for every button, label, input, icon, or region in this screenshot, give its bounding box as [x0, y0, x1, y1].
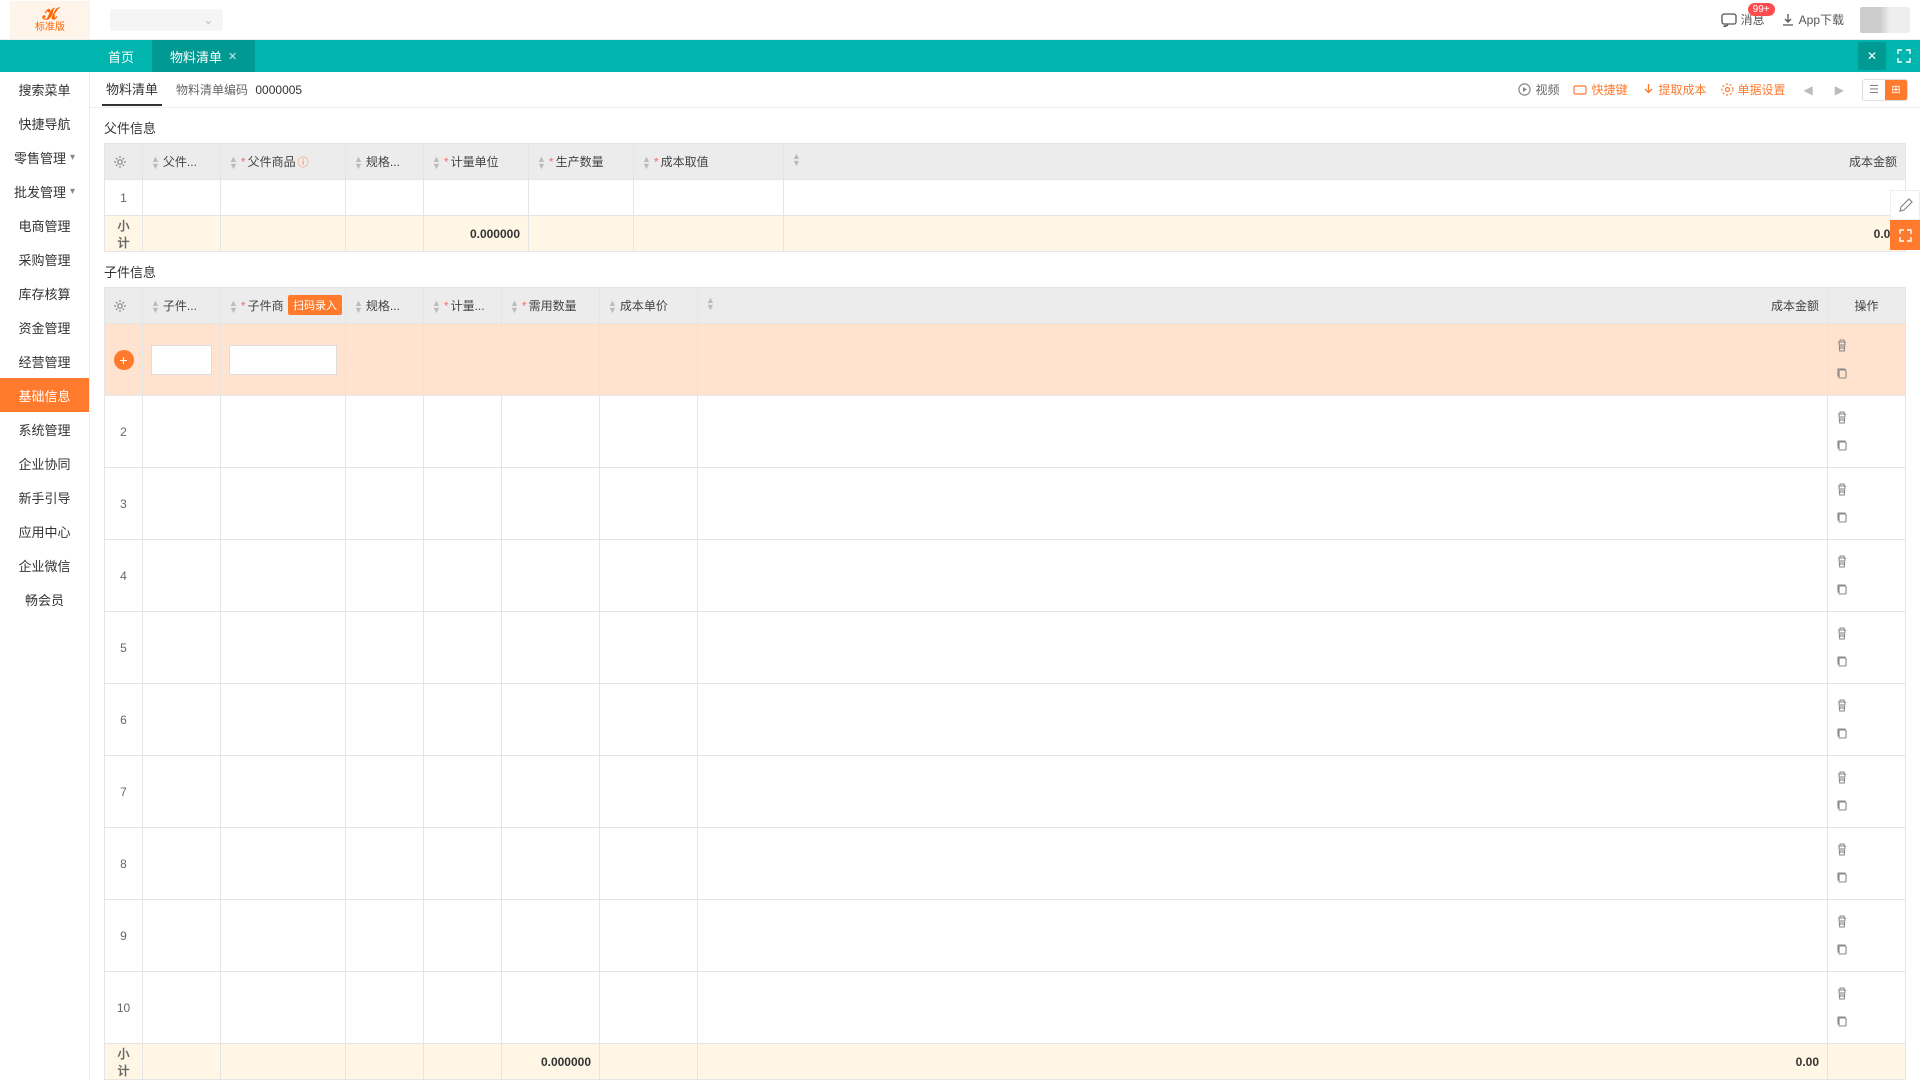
extract-icon [1642, 83, 1655, 96]
download-icon [1781, 13, 1795, 27]
copy-icon[interactable] [1836, 928, 1897, 971]
col-child-unit-cost[interactable]: ▲▼成本单价 [600, 288, 698, 324]
child-subtotal-row: 小计0.0000000.00 [105, 1044, 1906, 1080]
subtab-bom[interactable]: 物料清单 [102, 73, 162, 106]
parent-subtotal-row: 小计 0.000000 0.00 [105, 216, 1906, 252]
copy-icon[interactable] [1836, 568, 1897, 611]
col-parent-spec[interactable]: ▲▼规格... [346, 144, 424, 180]
col-child-cost-amount[interactable]: ▲▼成本金额 [698, 288, 1828, 324]
copy-icon[interactable] [1836, 784, 1897, 827]
gear-icon[interactable] [105, 144, 143, 180]
help-icon[interactable]: ⓘ [298, 157, 309, 169]
scan-input-badge[interactable]: 扫码录入 [288, 295, 342, 315]
avatar[interactable] [1860, 7, 1910, 33]
copy-icon[interactable] [1836, 640, 1897, 683]
doc-code: 物料清单编码 0000005 [176, 81, 302, 98]
sidebar-item[interactable]: 畅会员 [0, 582, 89, 616]
col-parent-product[interactable]: ▲▼*父件商品ⓘ [221, 144, 346, 180]
extract-cost-link[interactable]: 提取成本 [1642, 81, 1707, 98]
parent-section-title: 父件信息 [104, 118, 1906, 137]
chevron-down-icon: ▾ [70, 152, 75, 163]
col-child-code[interactable]: ▲▼子件... [143, 288, 221, 324]
sidebar-item[interactable]: 经营管理 [0, 344, 89, 378]
sidebar-item[interactable]: 采购管理 [0, 242, 89, 276]
child-product-input[interactable] [229, 345, 337, 375]
child-section-title: 子件信息 [104, 262, 1906, 281]
table-row[interactable]: 4 [105, 540, 1906, 612]
sidebar-item[interactable]: 应用中心 [0, 514, 89, 548]
copy-icon[interactable] [1836, 1000, 1897, 1043]
gear-icon[interactable] [105, 288, 143, 324]
tab-bom[interactable]: 物料清单 ✕ [152, 40, 255, 72]
table-row[interactable]: 8 [105, 828, 1906, 900]
tab-home[interactable]: 首页 [90, 40, 152, 72]
table-row[interactable]: 2 [105, 396, 1906, 468]
table-row[interactable]: + [105, 324, 1906, 396]
sidebar-item[interactable]: 零售管理▾ [0, 140, 89, 174]
col-parent-qty[interactable]: ▲▼*生产数量 [529, 144, 634, 180]
view-toggle: ☰ ⊞ [1862, 79, 1908, 101]
copy-icon[interactable] [1836, 496, 1897, 539]
sidebar-item[interactable]: 企业微信 [0, 548, 89, 582]
col-child-product[interactable]: ▲▼*子件商扫码录入 [221, 288, 346, 324]
col-parent-cost-amount[interactable]: ▲▼成本金额 [784, 144, 1906, 180]
col-child-spec[interactable]: ▲▼规格... [346, 288, 424, 324]
copy-icon[interactable] [1836, 352, 1897, 395]
message-icon [1721, 13, 1737, 27]
parent-table: ▲▼父件... ▲▼*父件商品ⓘ ▲▼规格... ▲▼*计量单位 ▲▼*生产数量… [104, 143, 1906, 252]
sidebar-item[interactable]: 库存核算 [0, 276, 89, 310]
fullscreen-button[interactable] [1890, 42, 1918, 70]
col-parent-cost-src[interactable]: ▲▼*成本取值 [634, 144, 784, 180]
chevron-down-icon: ▾ [70, 186, 75, 197]
sidebar-item[interactable]: 批发管理▾ [0, 174, 89, 208]
col-parent-code[interactable]: ▲▼父件... [143, 144, 221, 180]
app-download-button[interactable]: App下载 [1781, 11, 1844, 28]
tab-close-all-button[interactable]: ✕ [1858, 42, 1886, 70]
sidebar-item[interactable]: 企业协同 [0, 446, 89, 480]
chevron-down-icon: ⌄ [203, 13, 213, 27]
table-row[interactable]: 10 [105, 972, 1906, 1044]
sidebar-item[interactable]: 搜索菜单 [0, 72, 89, 106]
shortcut-link[interactable]: 快捷键 [1573, 81, 1627, 98]
gear-icon [1721, 83, 1734, 96]
col-child-ops: 操作 [1828, 288, 1906, 324]
table-row[interactable]: 9 [105, 900, 1906, 972]
table-row[interactable]: 7 [105, 756, 1906, 828]
messages-badge: 99+ [1748, 3, 1775, 16]
company-selector[interactable]: ⌄ [110, 9, 223, 31]
copy-icon[interactable] [1836, 856, 1897, 899]
brand-logo: 𝓚 标准版 [10, 1, 90, 39]
add-row-button[interactable]: + [114, 350, 134, 370]
next-doc-button[interactable]: ▶ [1831, 83, 1848, 97]
col-child-qty[interactable]: ▲▼*需用数量 [502, 288, 600, 324]
child-code-input[interactable] [151, 345, 212, 375]
table-row[interactable]: 6 [105, 684, 1906, 756]
view-form-button[interactable]: ⊞ [1885, 80, 1907, 100]
close-icon[interactable]: ✕ [228, 50, 237, 63]
view-list-button[interactable]: ☰ [1863, 80, 1885, 100]
expand-float-button[interactable] [1890, 220, 1920, 250]
table-row[interactable]: 5 [105, 612, 1906, 684]
video-link[interactable]: 视频 [1518, 81, 1559, 98]
doc-settings-link[interactable]: 单据设置 [1721, 81, 1786, 98]
copy-icon[interactable] [1836, 424, 1897, 467]
prev-doc-button[interactable]: ◀ [1800, 83, 1817, 97]
col-child-unit[interactable]: ▲▼*计量... [424, 288, 502, 324]
col-parent-unit[interactable]: ▲▼*计量单位 [424, 144, 529, 180]
copy-icon[interactable] [1836, 712, 1897, 755]
messages-button[interactable]: 消息 99+ [1721, 11, 1765, 28]
sidebar-item[interactable]: 新手引导 [0, 480, 89, 514]
sidebar-item[interactable]: 资金管理 [0, 310, 89, 344]
edit-float-button[interactable] [1890, 190, 1920, 220]
sidebar-item[interactable]: 基础信息 [0, 378, 89, 412]
sidebar-item[interactable]: 电商管理 [0, 208, 89, 242]
keyboard-icon [1573, 84, 1587, 96]
child-table: ▲▼子件... ▲▼*子件商扫码录入 ▲▼规格... ▲▼*计量... ▲▼*需… [104, 287, 1906, 1080]
play-icon [1518, 83, 1531, 96]
sidebar-item[interactable]: 快捷导航 [0, 106, 89, 140]
table-row[interactable]: 3 [105, 468, 1906, 540]
sidebar-item[interactable]: 系统管理 [0, 412, 89, 446]
table-row[interactable]: 1 [105, 180, 1906, 216]
